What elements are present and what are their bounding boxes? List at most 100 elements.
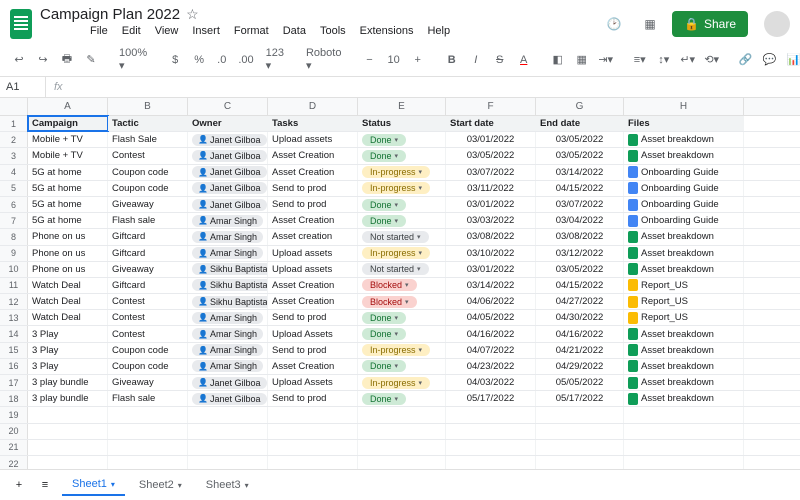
col-header[interactable]: G xyxy=(536,98,624,115)
cell[interactable]: 03/05/2022 xyxy=(536,148,624,163)
cell[interactable] xyxy=(446,424,536,439)
cell[interactable]: Asset Creation xyxy=(268,294,358,309)
cell[interactable]: Janet Gilboa xyxy=(188,165,268,180)
cell[interactable]: In-progress xyxy=(358,375,446,390)
cell[interactable]: Send to prod xyxy=(268,310,358,325)
cell[interactable] xyxy=(358,424,446,439)
cell[interactable]: Coupon code xyxy=(108,359,188,374)
row-header[interactable]: 6 xyxy=(0,197,28,212)
cell[interactable]: Contest xyxy=(108,326,188,341)
cell[interactable]: 3 Play xyxy=(28,343,108,358)
row-header[interactable]: 21 xyxy=(0,440,28,455)
person-chip[interactable]: Amar Singh xyxy=(192,328,263,340)
cell[interactable]: 04/23/2022 xyxy=(446,359,536,374)
row-header[interactable]: 1 xyxy=(0,116,28,131)
more-formats[interactable]: 123 ▾ xyxy=(263,47,287,72)
add-sheet-button[interactable]: + xyxy=(10,475,28,495)
cell[interactable]: Coupon code xyxy=(108,165,188,180)
cell[interactable] xyxy=(536,424,624,439)
cell[interactable]: Done xyxy=(358,148,446,163)
cell[interactable]: Janet Gilboa xyxy=(188,181,268,196)
cell[interactable]: Onboarding Guide xyxy=(624,213,744,228)
decrease-font[interactable]: − xyxy=(360,50,378,70)
row-header[interactable]: 16 xyxy=(0,359,28,374)
person-chip[interactable]: Janet Gilboa xyxy=(192,393,267,405)
cell[interactable]: Upload assets xyxy=(268,132,358,147)
print-icon[interactable]: 🖶 xyxy=(58,50,76,70)
row-header[interactable]: 4 xyxy=(0,165,28,180)
cell[interactable]: Done xyxy=(358,132,446,147)
link-icon[interactable]: 🔗 xyxy=(737,50,755,70)
person-chip[interactable]: Janet Gilboa xyxy=(192,199,267,211)
cell[interactable]: 03/10/2022 xyxy=(446,246,536,261)
cell[interactable]: Giveaway xyxy=(108,262,188,277)
col-header[interactable]: C xyxy=(188,98,268,115)
cell[interactable]: 3 play bundle xyxy=(28,375,108,390)
rotate-icon[interactable]: ⟲▾ xyxy=(703,50,721,70)
file-chip[interactable]: Asset breakdown xyxy=(628,231,714,243)
cell[interactable]: 03/01/2022 xyxy=(446,262,536,277)
cell[interactable]: Mobile + TV xyxy=(28,132,108,147)
col-header[interactable]: B xyxy=(108,98,188,115)
cell[interactable]: Janet Gilboa xyxy=(188,197,268,212)
cell[interactable]: 04/15/2022 xyxy=(536,181,624,196)
chevron-down-icon[interactable]: ▾ xyxy=(245,481,249,490)
cell[interactable]: 04/07/2022 xyxy=(446,343,536,358)
status-pill[interactable]: Blocked xyxy=(362,279,417,291)
cell[interactable]: Phone on us xyxy=(28,229,108,244)
cell[interactable]: Send to prod xyxy=(268,343,358,358)
status-pill[interactable]: In-progress xyxy=(362,166,430,178)
status-pill[interactable]: In-progress xyxy=(362,247,430,259)
cell[interactable]: Done xyxy=(358,391,446,406)
cell[interactable]: Campaign xyxy=(28,116,108,131)
font-size[interactable]: 10 xyxy=(384,54,402,66)
cell[interactable]: 05/05/2022 xyxy=(536,375,624,390)
status-pill[interactable]: Done xyxy=(362,312,406,324)
cell[interactable]: Asset creation xyxy=(268,229,358,244)
cell[interactable]: Asset breakdown xyxy=(624,343,744,358)
cell[interactable]: Blocked xyxy=(358,294,446,309)
file-chip[interactable]: Report_US xyxy=(628,312,688,324)
status-pill[interactable]: In-progress xyxy=(362,182,430,194)
row-header[interactable]: 5 xyxy=(0,181,28,196)
status-pill[interactable]: Done xyxy=(362,328,406,340)
cell[interactable]: Report_US xyxy=(624,310,744,325)
cell[interactable]: Amar Singh xyxy=(188,343,268,358)
cell[interactable] xyxy=(188,407,268,422)
cell[interactable]: Asset Creation xyxy=(268,213,358,228)
cell[interactable]: Report_US xyxy=(624,278,744,293)
cell[interactable]: Asset breakdown xyxy=(624,326,744,341)
cell[interactable]: Mobile + TV xyxy=(28,148,108,163)
cell[interactable]: 03/05/2022 xyxy=(536,132,624,147)
cell[interactable]: Flash sale xyxy=(108,213,188,228)
person-chip[interactable]: Sikhu Baptista xyxy=(192,296,268,308)
cell[interactable]: 03/07/2022 xyxy=(446,165,536,180)
undo-icon[interactable]: ↩ xyxy=(10,50,28,70)
col-header[interactable]: H xyxy=(624,98,744,115)
chevron-down-icon[interactable]: ▾ xyxy=(111,480,115,489)
cell[interactable]: Done xyxy=(358,310,446,325)
cell[interactable]: 04/30/2022 xyxy=(536,310,624,325)
percent-icon[interactable]: % xyxy=(190,50,208,70)
person-chip[interactable]: Amar Singh xyxy=(192,360,263,372)
cell[interactable]: 04/16/2022 xyxy=(446,326,536,341)
cell[interactable]: 04/15/2022 xyxy=(536,278,624,293)
cell[interactable] xyxy=(358,440,446,455)
menu-edit[interactable]: Edit xyxy=(122,25,141,37)
cell[interactable]: Asset Creation xyxy=(268,278,358,293)
cell[interactable]: Not started xyxy=(358,229,446,244)
cell[interactable]: Upload assets xyxy=(268,246,358,261)
file-chip[interactable]: Onboarding Guide xyxy=(628,182,719,194)
cell[interactable] xyxy=(28,407,108,422)
menu-help[interactable]: Help xyxy=(427,25,450,37)
menu-format[interactable]: Format xyxy=(234,25,269,37)
cell[interactable]: 5G at home xyxy=(28,165,108,180)
cell[interactable]: Tactic xyxy=(108,116,188,131)
cell[interactable] xyxy=(536,407,624,422)
cell[interactable]: Asset breakdown xyxy=(624,262,744,277)
cell[interactable] xyxy=(624,440,744,455)
row-header[interactable]: 13 xyxy=(0,310,28,325)
cell[interactable]: Giftcard xyxy=(108,229,188,244)
bold-button[interactable]: B xyxy=(443,50,461,70)
cell[interactable]: Amar Singh xyxy=(188,326,268,341)
